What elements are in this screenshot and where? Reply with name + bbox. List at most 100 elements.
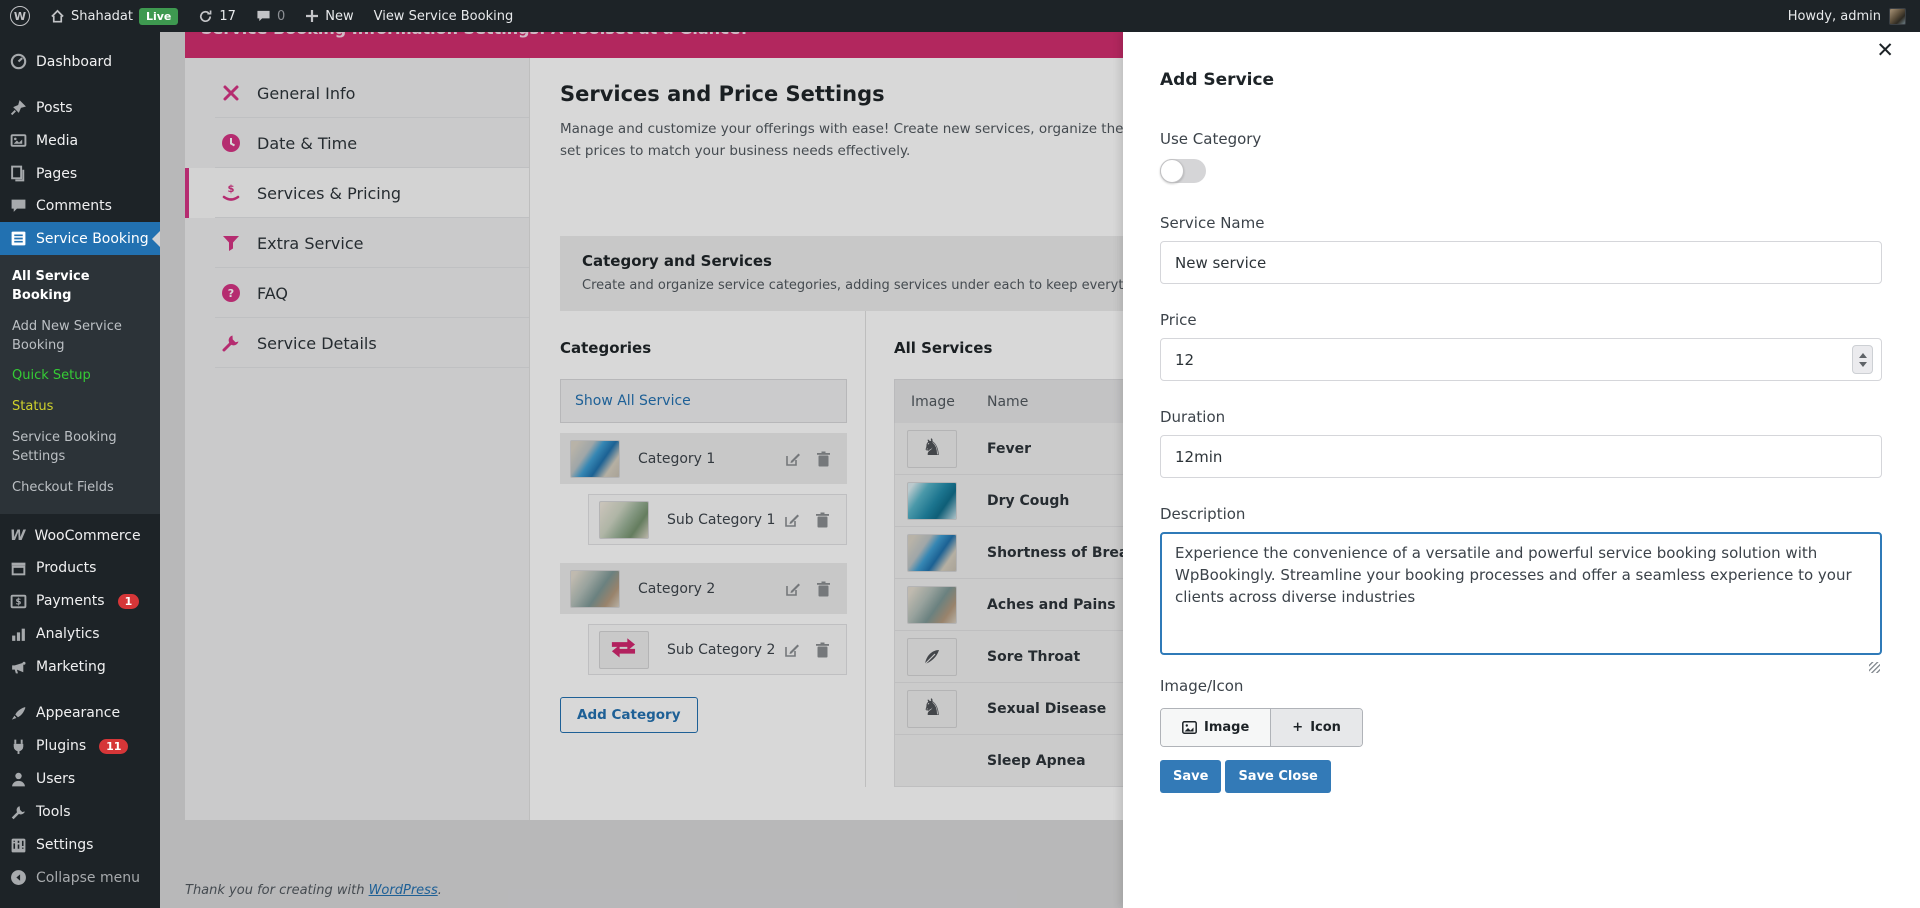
pushpin-icon [10,100,26,116]
price-input[interactable] [1160,338,1882,381]
icon-button-label: Icon [1310,720,1341,735]
plus-icon [306,10,319,22]
sidebar-item-label: Dashboard [36,53,112,70]
admin-sidebar: Dashboard Posts Media Pages Comments Ser… [0,32,160,908]
sidebar-item-users[interactable]: Users [0,763,160,796]
user-icon [12,772,25,786]
image-button-label: Image [1204,720,1250,735]
analytics-icon [12,628,25,641]
sidebar-item-payments[interactable]: $ Payments 1 [0,585,160,618]
image-icon-label: Image/Icon [1160,677,1244,695]
sidebar-item-label: Service Booking [36,230,149,247]
sidebar-item-label: WooCommerce [34,527,141,544]
sidebar-item-label: Collapse menu [36,869,140,886]
products-icon [11,562,26,575]
new-label: New [325,8,354,24]
site-name-link[interactable]: Shahadat Live [40,0,188,32]
view-site-link[interactable]: View Service Booking [364,0,524,32]
live-badge: Live [138,7,179,25]
sidebar-item-settings[interactable]: Settings [0,829,160,862]
admin-bar: W Shahadat Live 17 0 New View Service Bo… [0,0,1920,32]
avatar[interactable] [1889,7,1906,25]
sidebar-item-dashboard[interactable]: Dashboard [0,45,160,78]
new-content-link[interactable]: New [295,0,363,32]
comments-link[interactable]: 0 [246,0,295,32]
plus-icon: + [1292,720,1304,735]
plugins-badge: 11 [99,738,129,754]
comment-icon [257,10,270,22]
sidebar-item-label: Products [36,560,97,577]
sidebar-item-pages[interactable]: Pages [0,157,160,190]
sidebar-item-label: Plugins [36,738,87,755]
updates-icon [200,10,212,22]
submenu-service-booking-settings[interactable]: Service Booking Settings [0,423,160,473]
sidebar-item-posts[interactable]: Posts [0,91,160,124]
save-button[interactable]: Save [1160,760,1222,793]
brush-icon [11,706,26,720]
sidebar-item-label: Payments [36,593,105,610]
add-service-drawer: ✕ Add Service Use Category Service Name … [1123,32,1920,908]
service-booking-icon [11,231,26,246]
media-icon [10,134,27,147]
image-icon-button-group: Image + Icon [1160,708,1363,747]
drawer-title: Add Service [1160,70,1275,90]
collapse-menu-button[interactable]: Collapse menu [0,861,160,894]
collapse-icon [11,870,26,885]
close-drawer-button[interactable]: ✕ [1876,38,1894,62]
sidebar-item-woocommerce[interactable]: W WooCommerce [0,520,160,552]
price-label: Price [1160,311,1197,329]
wordpress-logo[interactable]: W [0,0,40,32]
use-category-label: Use Category [1160,130,1262,148]
sidebar-item-products[interactable]: Products [0,552,160,585]
submenu-add-new-service-booking[interactable]: Add New Service Booking [0,312,160,362]
sidebar-item-label: Media [36,132,79,149]
sidebar-item-media[interactable]: Media [0,124,160,157]
sidebar-item-appearance[interactable]: Appearance [0,697,160,730]
sidebar-item-plugins[interactable]: Plugins 11 [0,730,160,763]
sidebar-item-marketing[interactable]: Marketing [0,651,160,684]
save-close-button[interactable]: Save Close [1225,760,1331,793]
duration-input[interactable] [1160,435,1882,478]
service-name-input[interactable] [1160,241,1882,284]
update-count: 17 [219,8,236,24]
sidebar-item-label: Pages [36,165,78,182]
submenu-quick-setup[interactable]: Quick Setup [0,361,160,392]
stepper-up-icon [1858,352,1867,358]
sidebar-item-service-booking[interactable]: Service Booking [0,222,160,255]
sidebar-item-label: Analytics [36,626,100,643]
number-stepper[interactable] [1852,345,1873,374]
icon-button[interactable]: + Icon [1270,709,1362,746]
image-button[interactable]: Image [1161,709,1271,746]
submenu-checkout-fields[interactable]: Checkout Fields [0,473,160,504]
sidebar-item-label: Appearance [36,705,121,722]
sidebar-item-label: Marketing [36,659,106,676]
use-category-toggle[interactable] [1160,159,1206,183]
resize-handle[interactable] [1869,662,1880,673]
description-label: Description [1160,505,1246,523]
description-textarea[interactable]: Experience the convenience of a versatil… [1160,532,1882,655]
payments-badge: 1 [117,593,140,609]
home-icon [51,9,64,22]
plugin-icon [13,739,24,754]
submenu-status[interactable]: Status [0,392,160,423]
site-name: Shahadat [71,8,133,24]
svg-text:$: $ [16,597,22,607]
updates-link[interactable]: 17 [188,0,246,32]
sidebar-item-analytics[interactable]: Analytics [0,618,160,651]
stepper-down-icon [1858,361,1867,367]
sidebar-item-label: Users [36,771,76,788]
sidebar-item-label: Comments [36,198,112,214]
pages-icon [11,165,25,182]
sidebar-item-comments[interactable]: Comments [0,190,160,222]
woocommerce-icon: W [10,527,26,544]
service-name-label: Service Name [1160,214,1265,232]
sidebar-item-label: Tools [36,804,71,821]
wrench-icon [11,805,25,819]
service-booking-submenu: All Service Booking Add New Service Book… [0,255,160,514]
sidebar-item-tools[interactable]: Tools [0,796,160,829]
comment-icon [11,199,26,212]
howdy-label[interactable]: Howdy, admin [1788,9,1881,24]
submenu-all-service-booking[interactable]: All Service Booking [0,262,160,312]
image-icon [1182,721,1197,734]
sidebar-item-label: Settings [36,837,94,854]
